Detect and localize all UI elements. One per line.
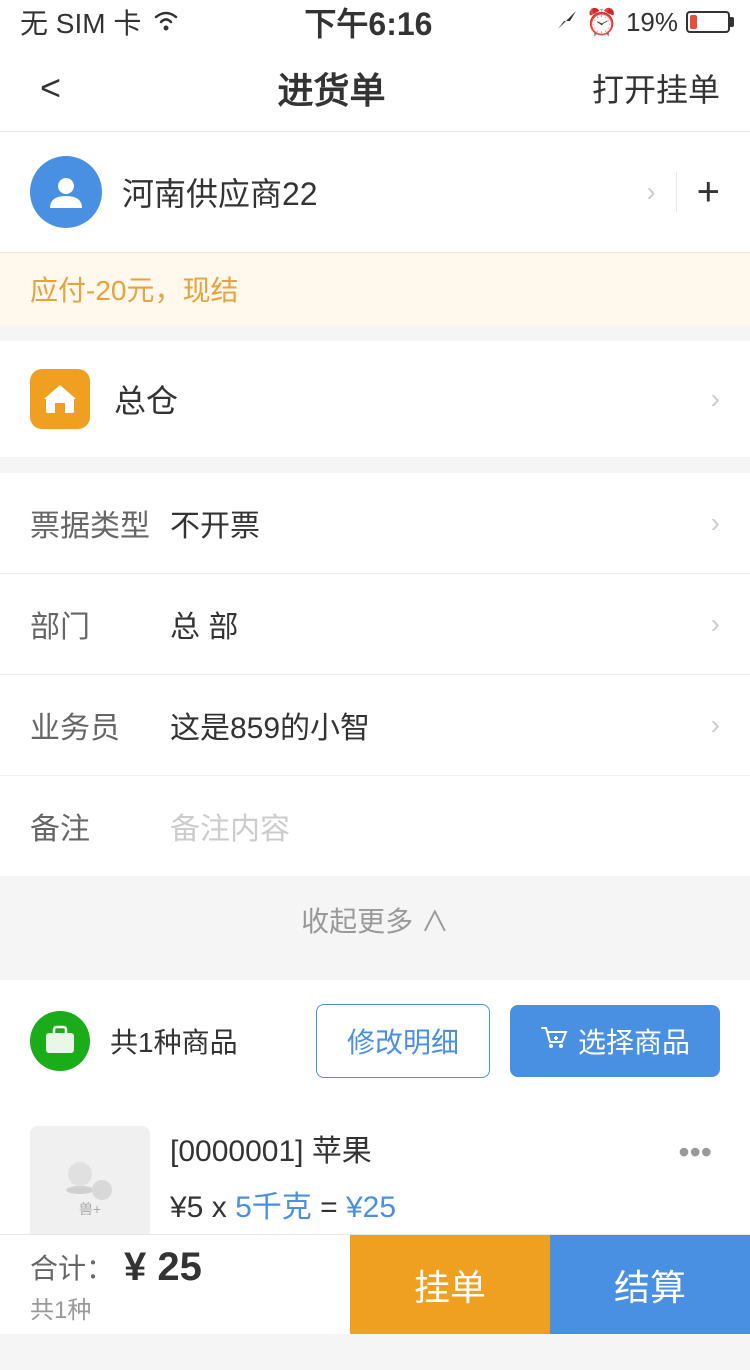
total-amount: ¥ 25 xyxy=(124,1245,202,1290)
select-product-label: 选择商品 xyxy=(578,1021,690,1061)
status-bar: 无 SIM 卡 下午6:16 ⏰ 19% xyxy=(0,0,750,44)
select-product-button[interactable]: 选择商品 xyxy=(510,1005,720,1077)
warehouse-arrow-icon: › xyxy=(711,383,720,415)
total-count: 共1种 xyxy=(30,1290,320,1325)
product-thumbnail: 兽+ xyxy=(30,1126,150,1246)
hang-button[interactable]: 挂单 xyxy=(350,1235,550,1334)
page-title: 进货单 xyxy=(278,62,386,114)
bottom-bar: 合计： ¥ 25 共1种 挂单 结算 xyxy=(0,1234,750,1334)
warehouse-section: 总仓 › xyxy=(0,341,750,457)
status-time: 下午6:16 xyxy=(304,0,432,45)
carrier-label: 无 SIM 卡 xyxy=(20,2,141,42)
wifi-icon xyxy=(151,6,181,38)
dept-value: 总 部 xyxy=(150,602,711,646)
warehouse-row[interactable]: 总仓 › xyxy=(0,341,750,457)
form-section: 票据类型 不开票 › 部门 总 部 › 业务员 这是859的小智 › 备注 备注… xyxy=(0,473,750,876)
product-total: ¥25 xyxy=(346,1191,396,1224)
product-price: ¥5 x 5千克 = ¥25 xyxy=(170,1182,650,1226)
add-supplier-button[interactable]: + xyxy=(697,170,720,215)
supplier-avatar xyxy=(30,156,102,228)
supplier-name: 河南供应商22 xyxy=(122,169,646,215)
sales-value: 这是859的小智 xyxy=(150,703,711,747)
invoice-value: 不开票 xyxy=(150,501,711,545)
sales-label: 业务员 xyxy=(30,703,150,747)
unit-price: ¥5 xyxy=(170,1191,203,1224)
invoice-arrow-icon: › xyxy=(711,507,720,539)
product-header: 共1种商品 修改明细 选择商品 xyxy=(0,980,750,1102)
remark-label: 备注 xyxy=(30,804,150,848)
warehouse-icon xyxy=(30,369,90,429)
equals-sign: = xyxy=(320,1191,346,1224)
warehouse-name: 总仓 xyxy=(114,376,711,422)
edit-detail-button[interactable]: 修改明细 xyxy=(316,1004,490,1078)
product-name: [0000001] 苹果 xyxy=(170,1126,650,1170)
open-hang-button[interactable]: 打开挂单 xyxy=(592,65,720,111)
more-options-button[interactable]: ••• xyxy=(670,1126,720,1179)
total-row: 合计： ¥ 25 xyxy=(30,1245,320,1290)
supplier-row: 河南供应商22 › + xyxy=(0,132,750,252)
checkout-button[interactable]: 结算 xyxy=(550,1235,750,1334)
status-right: ⏰ 19% xyxy=(556,7,730,38)
remark-input[interactable]: 备注内容 xyxy=(150,804,720,848)
battery-icon xyxy=(686,11,730,33)
location-icon xyxy=(556,7,578,38)
dept-label: 部门 xyxy=(30,602,150,646)
dept-row[interactable]: 部门 总 部 › xyxy=(0,574,750,675)
product-title: 苹果 xyxy=(312,1135,372,1168)
invoice-label: 票据类型 xyxy=(30,501,150,545)
product-count: 共1种商品 xyxy=(110,1021,296,1061)
nav-bar: < 进货单 打开挂单 xyxy=(0,44,750,132)
svg-text:兽+: 兽+ xyxy=(79,1201,101,1217)
product-quantity: 5千克 xyxy=(235,1191,312,1224)
supplier-divider xyxy=(676,172,677,212)
cart-icon xyxy=(540,1025,568,1057)
total-area: 合计： ¥ 25 共1种 xyxy=(0,1235,350,1334)
supplier-section: 河南供应商22 › + 应付-20元，现结 xyxy=(0,132,750,325)
product-info: [0000001] 苹果 ¥5 x 5千克 = ¥25 xyxy=(170,1126,650,1226)
back-button[interactable]: < xyxy=(30,57,71,119)
total-label: 合计： xyxy=(30,1247,114,1287)
sales-row[interactable]: 业务员 这是859的小智 › xyxy=(0,675,750,776)
dept-arrow-icon: › xyxy=(711,608,720,640)
product-icon xyxy=(30,1011,90,1071)
sales-arrow-icon: › xyxy=(711,709,720,741)
invoice-row[interactable]: 票据类型 不开票 › xyxy=(0,473,750,574)
supplier-arrow-icon: › xyxy=(646,176,655,208)
supplier-notice: 应付-20元，现结 xyxy=(0,252,750,325)
status-left: 无 SIM 卡 xyxy=(20,2,181,42)
price-separator: x xyxy=(212,1191,235,1224)
product-code: [0000001] xyxy=(170,1135,303,1168)
alarm-icon: ⏰ xyxy=(586,7,618,38)
collapse-toggle[interactable]: 收起更多 ∧ xyxy=(0,876,750,964)
battery-percent: 19% xyxy=(626,7,678,38)
remark-row[interactable]: 备注 备注内容 xyxy=(0,776,750,876)
